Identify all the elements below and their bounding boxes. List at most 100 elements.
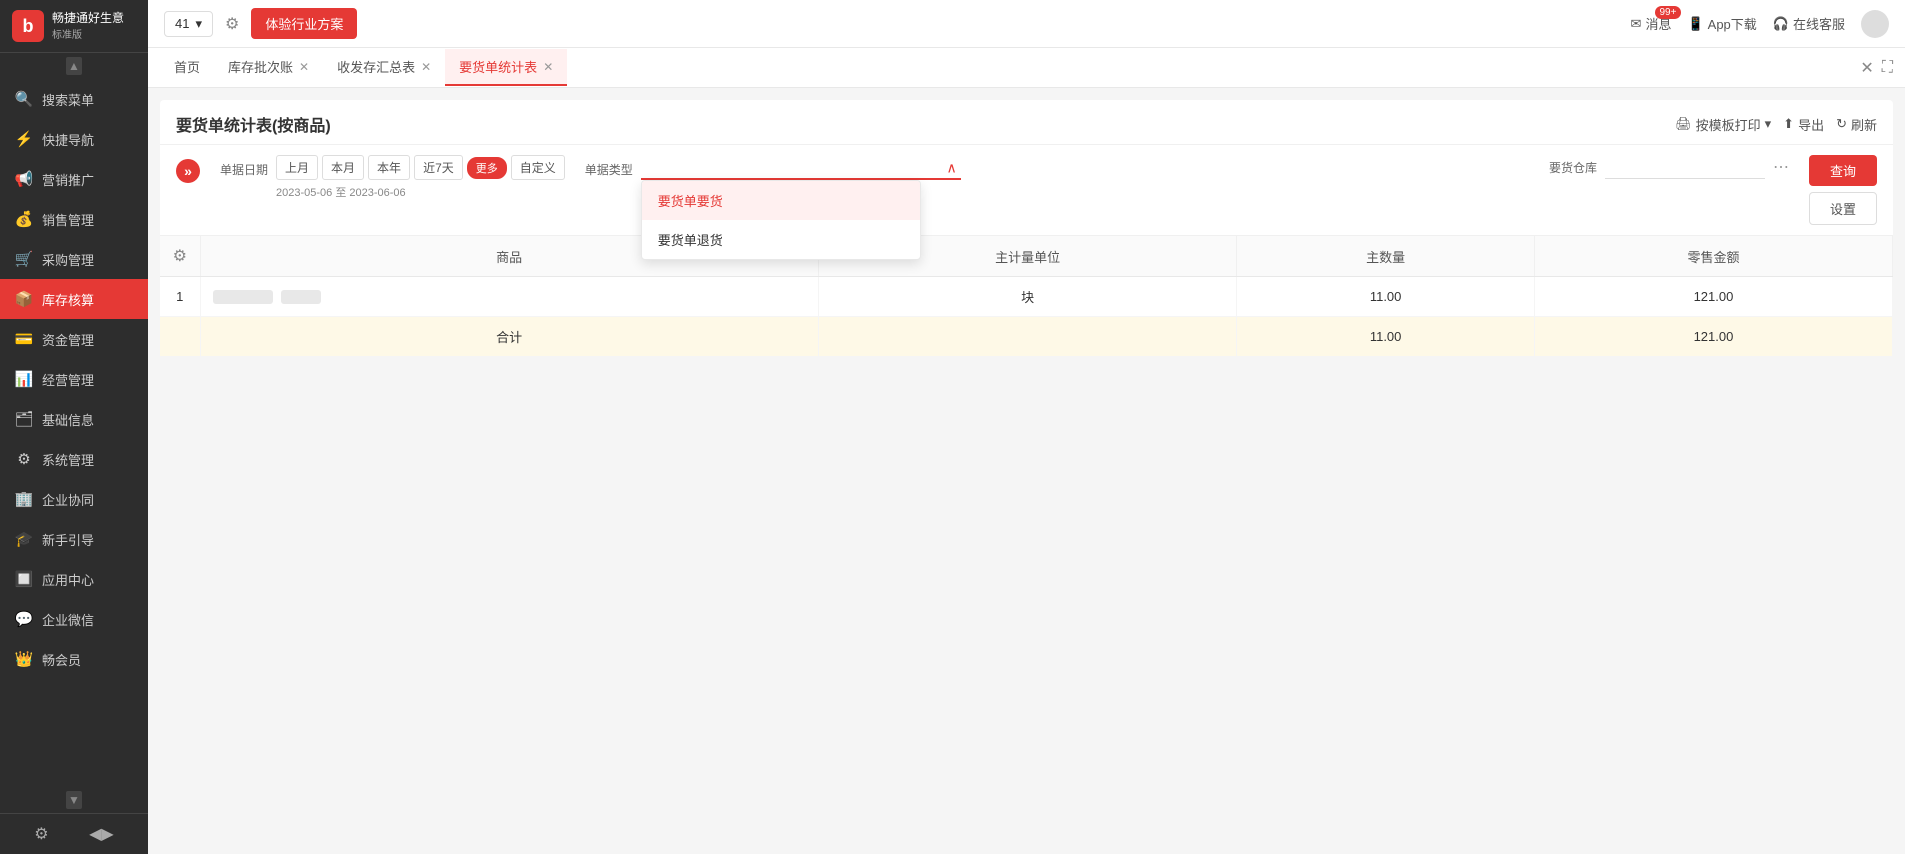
filter-expand-button[interactable]: »	[176, 159, 200, 183]
app-download-button[interactable]: 📱 App下载	[1687, 14, 1756, 33]
table-body: 1 块 11.00 121.00	[160, 277, 1893, 317]
warehouse-label: 要货仓库	[1549, 159, 1597, 176]
row-qty-0: 11.00	[1237, 277, 1535, 317]
sidebar-nav: 🔍 搜索菜单 ⚡ 快捷导航 📢 营销推广 💰 销售管理 🛒 采购管理 📦 库存核…	[0, 79, 148, 787]
refresh-button[interactable]: ↻ 刷新	[1836, 115, 1877, 134]
system-icon: ⚙	[14, 449, 34, 469]
sidebar-item-sales[interactable]: 💰 销售管理	[0, 199, 148, 239]
sidebar-item-guide[interactable]: 🎓 新手引导	[0, 519, 148, 559]
tab-close-collect[interactable]: ✕	[421, 60, 431, 74]
sales-icon: 💰	[14, 209, 34, 229]
export-button[interactable]: ⬆ 导出	[1783, 115, 1824, 134]
warehouse-input[interactable]	[1605, 155, 1765, 179]
tab-close-batch[interactable]: ✕	[299, 60, 309, 74]
store-selector[interactable]: 41 ▾	[164, 11, 213, 37]
tab-batch[interactable]: 库存批次账✕	[214, 49, 323, 86]
main-area: 41 ▾ ⚙ 体验行业方案 ✉ 消息 99+ 📱 App下载 🎧 在线客服 首	[148, 0, 1905, 854]
tab-label-order_stats: 要货单统计表	[459, 57, 537, 76]
topbar-right: ✉ 消息 99+ 📱 App下载 🎧 在线客服	[1631, 10, 1889, 38]
doc-type-arrow-icon[interactable]: ∧	[947, 159, 957, 176]
sidebar-scroll-down[interactable]: ▼	[66, 791, 82, 809]
date-btn-5[interactable]: 自定义	[511, 155, 565, 180]
message-button[interactable]: ✉ 消息 99+	[1631, 14, 1672, 33]
member-icon: 👑	[14, 649, 34, 669]
app-logo: b 畅捷通好生意 标准版	[0, 0, 148, 53]
topbar-gear-icon[interactable]: ⚙	[225, 14, 239, 34]
filter-settings-button[interactable]: 设置	[1809, 192, 1877, 225]
sidebar-item-finance[interactable]: 💳 资金管理	[0, 319, 148, 359]
guide-icon: 🎓	[14, 529, 34, 549]
sidebar-label-basics: 基础信息	[42, 410, 94, 429]
date-filter-label: 单据日期	[220, 155, 268, 178]
dropdown-arrow-icon: ▾	[195, 16, 202, 32]
operations-icon: 📊	[14, 369, 34, 389]
sidebar-item-inventory[interactable]: 📦 库存核算	[0, 279, 148, 319]
sidebar-item-operations[interactable]: 📊 经营管理	[0, 359, 148, 399]
apps-icon: 🔲	[14, 569, 34, 589]
date-btn-0[interactable]: 上月	[276, 155, 318, 180]
row-index-0: 1	[160, 277, 200, 317]
footer-empty	[160, 317, 200, 357]
service-icon: 🎧	[1773, 16, 1789, 32]
sidebar-item-purchase[interactable]: 🛒 采购管理	[0, 239, 148, 279]
tab-expand-icon[interactable]: ⛶	[1882, 59, 1893, 77]
footer-label: 合计	[200, 317, 818, 357]
date-filter-section: 单据日期 上月本月本年近7天更多自定义 2023-05-06 至 2023-06…	[220, 155, 565, 200]
user-avatar[interactable]	[1861, 10, 1889, 38]
sidebar-item-basics[interactable]: 🗂 基础信息	[0, 399, 148, 439]
inventory-icon: 📦	[14, 289, 34, 309]
print-arrow-icon: ▾	[1765, 116, 1772, 132]
print-icon: 🖨	[1675, 116, 1692, 132]
tab-home[interactable]: 首页	[160, 49, 214, 86]
sidebar-label-quick_nav: 快捷导航	[42, 130, 94, 149]
quick_nav-icon: ⚡	[14, 129, 34, 149]
industry-button[interactable]: 体验行业方案	[251, 8, 357, 39]
print-label: 按模板打印	[1696, 115, 1761, 134]
collapse-icon[interactable]: ◀▶	[89, 824, 114, 844]
column-settings-icon[interactable]: ⚙	[173, 248, 187, 265]
footer-retail-amount: 121.00	[1534, 317, 1892, 357]
table-col-settings: ⚙	[160, 236, 200, 277]
settings-icon[interactable]: ⚙	[34, 824, 48, 844]
table-footer: 合计 11.00 121.00	[160, 317, 1893, 357]
sidebar-item-member[interactable]: 👑 畅会员	[0, 639, 148, 679]
sidebar-item-quick_nav[interactable]: ⚡ 快捷导航	[0, 119, 148, 159]
print-button[interactable]: 🖨 按模板打印 ▾	[1675, 115, 1771, 134]
search-icon: 🔍	[14, 89, 34, 109]
warehouse-more-icon[interactable]: ⋯	[1773, 157, 1789, 177]
dropdown-item-order_return[interactable]: 要货单退货	[642, 220, 920, 259]
tab-close-order_stats[interactable]: ✕	[543, 60, 553, 74]
message-badge: 99+	[1655, 6, 1682, 19]
doc-type-input[interactable]	[641, 155, 961, 180]
date-btn-3[interactable]: 近7天	[414, 155, 463, 180]
date-btn-2[interactable]: 本年	[368, 155, 410, 180]
sidebar-label-enterprise: 企业协同	[42, 490, 94, 509]
sidebar-scroll-up[interactable]: ▲	[66, 57, 82, 75]
sidebar-item-search[interactable]: 🔍 搜索菜单	[0, 79, 148, 119]
table-footer-row: 合计 11.00 121.00	[160, 317, 1893, 357]
online-service-button[interactable]: 🎧 在线客服	[1773, 14, 1845, 33]
sidebar-label-system: 系统管理	[42, 450, 94, 469]
sidebar-label-marketing: 营销推广	[42, 170, 94, 189]
date-btn-1[interactable]: 本月	[322, 155, 364, 180]
app-name: 畅捷通好生意	[52, 11, 124, 27]
app-label: App下载	[1708, 14, 1757, 33]
footer-empty2	[818, 317, 1236, 357]
sidebar-item-apps[interactable]: 🔲 应用中心	[0, 559, 148, 599]
sidebar-item-system[interactable]: ⚙ 系统管理	[0, 439, 148, 479]
tab-label-collect: 收发存汇总表	[337, 57, 415, 76]
filter-action-buttons: 查询 设置	[1809, 155, 1877, 225]
sidebar-item-wechat[interactable]: 💬 企业微信	[0, 599, 148, 639]
dropdown-item-order_goods[interactable]: 要货单要货	[642, 181, 920, 220]
tab-order_stats[interactable]: 要货单统计表 ✕	[445, 49, 567, 86]
tab-label-home: 首页	[174, 57, 200, 76]
tab-close-all-icon[interactable]: ✕	[1860, 58, 1873, 78]
tab-end-controls: ✕ ⛶	[1860, 58, 1893, 78]
date-btn-4[interactable]: 更多	[467, 157, 507, 179]
sidebar-label-apps: 应用中心	[42, 570, 94, 589]
sidebar-item-marketing[interactable]: 📢 营销推广	[0, 159, 148, 199]
query-button[interactable]: 查询	[1809, 155, 1877, 186]
tab-collect[interactable]: 收发存汇总表 ✕	[323, 49, 445, 86]
sidebar-item-enterprise[interactable]: 🏢 企业协同	[0, 479, 148, 519]
sidebar-label-search: 搜索菜单	[42, 90, 94, 109]
